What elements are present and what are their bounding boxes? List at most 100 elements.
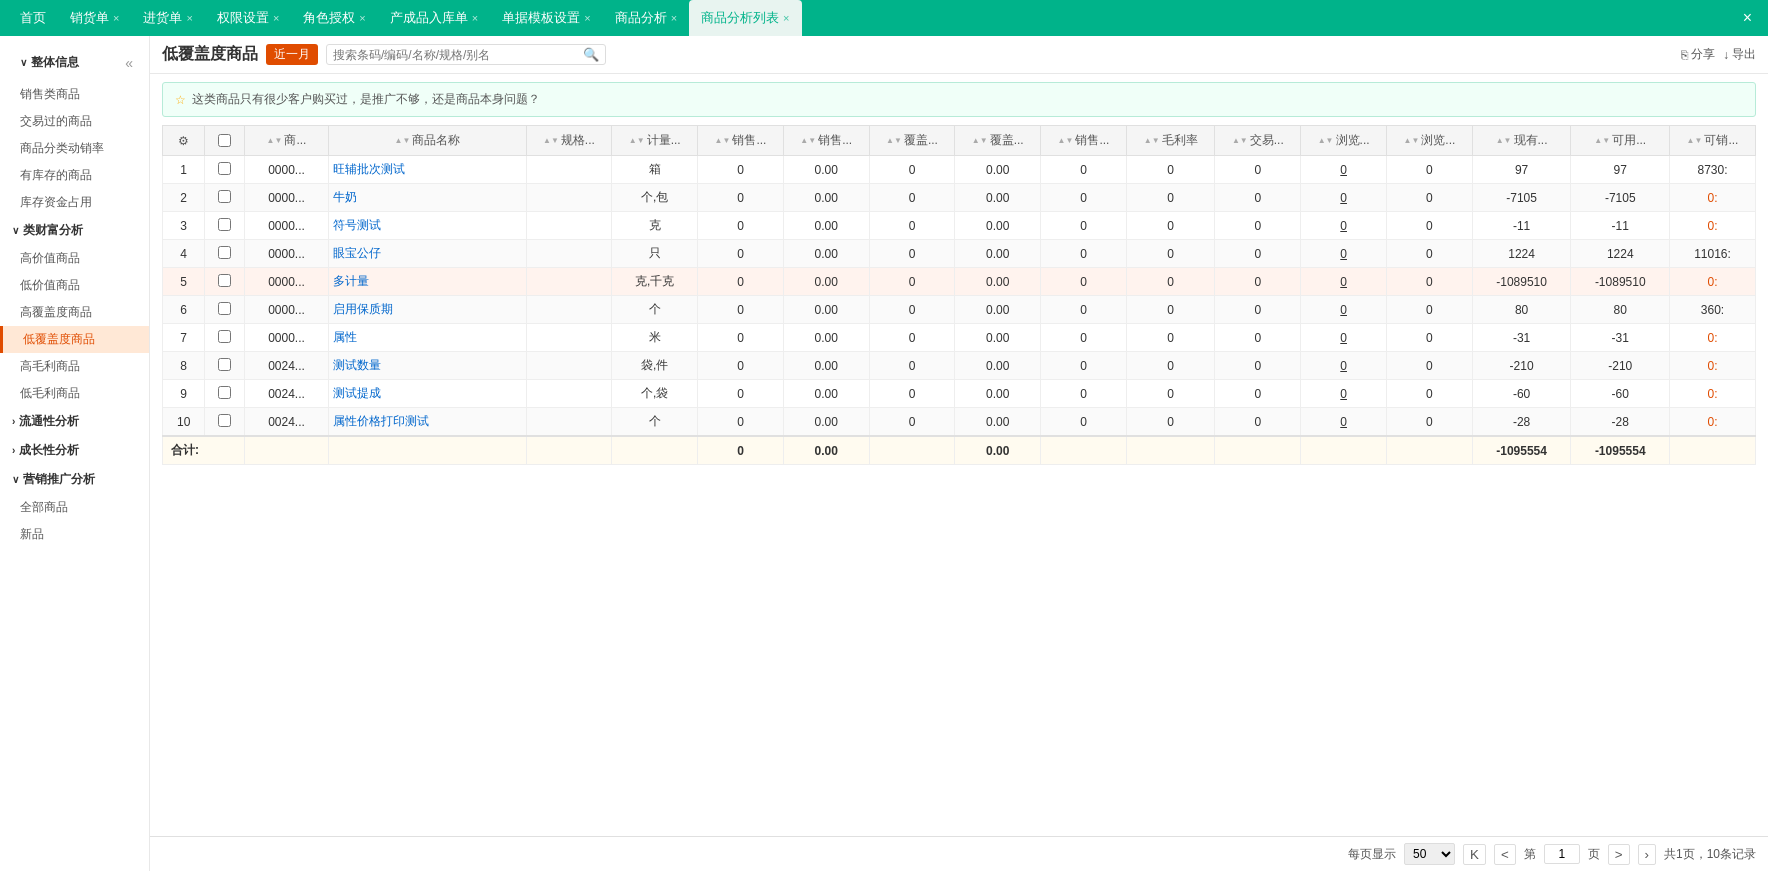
last-page-btn[interactable]: › bbox=[1638, 844, 1656, 865]
row-checkbox[interactable] bbox=[205, 408, 244, 437]
sort-browse2-icon[interactable]: ▲▼ bbox=[1403, 137, 1419, 145]
sort-sales-qty-icon[interactable]: ▲▼ bbox=[715, 137, 731, 145]
sidebar-section-flow[interactable]: › 流通性分析 bbox=[0, 407, 149, 436]
row-browse1[interactable]: 0 bbox=[1301, 324, 1387, 352]
nav-purchase-order[interactable]: 进货单 × bbox=[131, 0, 204, 36]
row-name[interactable]: 测试数量 bbox=[329, 352, 526, 380]
sidebar-item-high-value[interactable]: 高价值商品 bbox=[0, 245, 149, 272]
nav-sales-order[interactable]: 销货单 × bbox=[58, 0, 131, 36]
sort-current-icon[interactable]: ▲▼ bbox=[1496, 137, 1512, 145]
sort-sales-amt-icon[interactable]: ▲▼ bbox=[800, 137, 816, 145]
nav-permissions-close[interactable]: × bbox=[273, 0, 279, 36]
sort-transaction-icon[interactable]: ▲▼ bbox=[1232, 137, 1248, 145]
row-name[interactable]: 属性价格打印测试 bbox=[329, 408, 526, 437]
sidebar-item-low-margin[interactable]: 低毛利商品 bbox=[0, 380, 149, 407]
close-all-tabs[interactable]: × bbox=[1735, 9, 1760, 27]
sort-unit-icon[interactable]: ▲▼ bbox=[629, 137, 645, 145]
col-settings[interactable]: ⚙ bbox=[163, 126, 205, 156]
sidebar-item-high-margin[interactable]: 高毛利商品 bbox=[0, 353, 149, 380]
row-checkbox[interactable] bbox=[205, 184, 244, 212]
sidebar-section-quality[interactable]: ∨ 类财富分析 bbox=[0, 216, 149, 245]
nav-product-analysis-close[interactable]: × bbox=[671, 0, 677, 36]
sort-cov1-icon[interactable]: ▲▼ bbox=[886, 137, 902, 145]
row-browse1[interactable]: 0 bbox=[1301, 380, 1387, 408]
prev-page-btn[interactable]: < bbox=[1494, 844, 1516, 865]
nav-template-settings[interactable]: 单据模板设置 × bbox=[490, 0, 602, 36]
sort-spec-icon[interactable]: ▲▼ bbox=[543, 137, 559, 145]
sidebar-item-category-sales-rate[interactable]: 商品分类动销率 bbox=[0, 135, 149, 162]
row-checkbox[interactable] bbox=[205, 324, 244, 352]
sort-cov2-icon[interactable]: ▲▼ bbox=[972, 137, 988, 145]
sort-icon[interactable]: ▲▼ bbox=[267, 137, 283, 145]
row-checkbox[interactable] bbox=[205, 240, 244, 268]
page-number-input[interactable] bbox=[1544, 844, 1580, 864]
row-name[interactable]: 眼宝公仔 bbox=[329, 240, 526, 268]
sidebar-item-high-coverage[interactable]: 高覆盖度商品 bbox=[0, 299, 149, 326]
row-current: -31 bbox=[1472, 324, 1571, 352]
next-page-btn[interactable]: > bbox=[1608, 844, 1630, 865]
row-browse1[interactable]: 0 bbox=[1301, 408, 1387, 437]
sidebar-section-growth[interactable]: › 成长性分析 bbox=[0, 436, 149, 465]
search-icon[interactable]: 🔍 bbox=[583, 47, 599, 62]
sidebar-item-traded-goods[interactable]: 交易过的商品 bbox=[0, 108, 149, 135]
nav-template-settings-close[interactable]: × bbox=[584, 0, 590, 36]
nav-permissions[interactable]: 权限设置 × bbox=[205, 0, 291, 36]
sidebar-item-all-goods[interactable]: 全部商品 bbox=[0, 494, 149, 521]
export-button[interactable]: ↓ 导出 bbox=[1723, 46, 1756, 63]
sidebar-item-low-coverage[interactable]: 低覆盖度商品 bbox=[0, 326, 149, 353]
nav-purchase-order-close[interactable]: × bbox=[186, 0, 192, 36]
row-checkbox[interactable] bbox=[205, 380, 244, 408]
nav-role-auth[interactable]: 角色授权 × bbox=[291, 0, 377, 36]
first-page-btn[interactable]: K bbox=[1463, 844, 1486, 865]
nav-production-inbound[interactable]: 产成品入库单 × bbox=[378, 0, 490, 36]
row-browse1[interactable]: 0 bbox=[1301, 268, 1387, 296]
settings-gear-icon[interactable]: ⚙ bbox=[178, 134, 189, 148]
row-browse1[interactable]: 0 bbox=[1301, 296, 1387, 324]
row-browse1[interactable]: 0 bbox=[1301, 184, 1387, 212]
sidebar-item-sales-goods[interactable]: 销售类商品 bbox=[0, 81, 149, 108]
sidebar-item-stocked-goods[interactable]: 有库存的商品 bbox=[0, 162, 149, 189]
row-browse1[interactable]: 0 bbox=[1301, 352, 1387, 380]
row-cov2: 0.00 bbox=[955, 268, 1041, 296]
sidebar-section-marketing[interactable]: ∨ 营销推广分析 bbox=[0, 465, 149, 494]
share-button[interactable]: ⎘ 分享 bbox=[1681, 46, 1715, 63]
search-input[interactable] bbox=[333, 48, 579, 62]
row-checkbox[interactable] bbox=[205, 212, 244, 240]
nav-home[interactable]: 首页 bbox=[8, 0, 58, 36]
sort-sales-extra-icon[interactable]: ▲▼ bbox=[1058, 137, 1074, 145]
row-checkbox[interactable] bbox=[205, 156, 244, 184]
row-name[interactable]: 启用保质期 bbox=[329, 296, 526, 324]
sidebar-item-stock-capital[interactable]: 库存资金占用 bbox=[0, 189, 149, 216]
nav-production-inbound-close[interactable]: × bbox=[472, 0, 478, 36]
row-name[interactable]: 符号测试 bbox=[329, 212, 526, 240]
sort-sellable-icon[interactable]: ▲▼ bbox=[1687, 137, 1703, 145]
row-browse1[interactable]: 0 bbox=[1301, 212, 1387, 240]
nav-product-analysis-list-close[interactable]: × bbox=[783, 0, 789, 36]
sort-margin-icon[interactable]: ▲▼ bbox=[1144, 137, 1160, 145]
select-all-checkbox[interactable] bbox=[218, 134, 231, 147]
sort-available-icon[interactable]: ▲▼ bbox=[1594, 137, 1610, 145]
per-page-select[interactable]: 50 20 100 bbox=[1404, 843, 1455, 865]
row-name[interactable]: 多计量 bbox=[329, 268, 526, 296]
row-checkbox[interactable] bbox=[205, 268, 244, 296]
sidebar-item-low-value[interactable]: 低价值商品 bbox=[0, 272, 149, 299]
row-browse1[interactable]: 0 bbox=[1301, 240, 1387, 268]
sidebar-section-overall[interactable]: ∨ 整体信息 bbox=[8, 48, 91, 77]
sort-name-icon[interactable]: ▲▼ bbox=[394, 137, 410, 145]
time-filter-button[interactable]: 近一月 bbox=[266, 44, 318, 65]
row-checkbox[interactable] bbox=[205, 296, 244, 324]
nav-sales-order-close[interactable]: × bbox=[113, 0, 119, 36]
row-browse1[interactable]: 0 bbox=[1301, 156, 1387, 184]
nav-role-auth-close[interactable]: × bbox=[359, 0, 365, 36]
sort-browse1-icon[interactable]: ▲▼ bbox=[1318, 137, 1334, 145]
row-checkbox[interactable] bbox=[205, 352, 244, 380]
nav-product-analysis-list[interactable]: 商品分析列表 × bbox=[689, 0, 801, 36]
row-name[interactable]: 属性 bbox=[329, 324, 526, 352]
table-container[interactable]: ⚙ ▲▼ 商... ▲▼ bbox=[150, 125, 1768, 836]
nav-product-analysis[interactable]: 商品分析 × bbox=[603, 0, 689, 36]
row-name[interactable]: 牛奶 bbox=[329, 184, 526, 212]
row-name[interactable]: 旺辅批次测试 bbox=[329, 156, 526, 184]
row-name[interactable]: 测试提成 bbox=[329, 380, 526, 408]
sidebar-collapse-btn[interactable]: « bbox=[117, 49, 141, 77]
sidebar-item-new-goods[interactable]: 新品 bbox=[0, 521, 149, 548]
